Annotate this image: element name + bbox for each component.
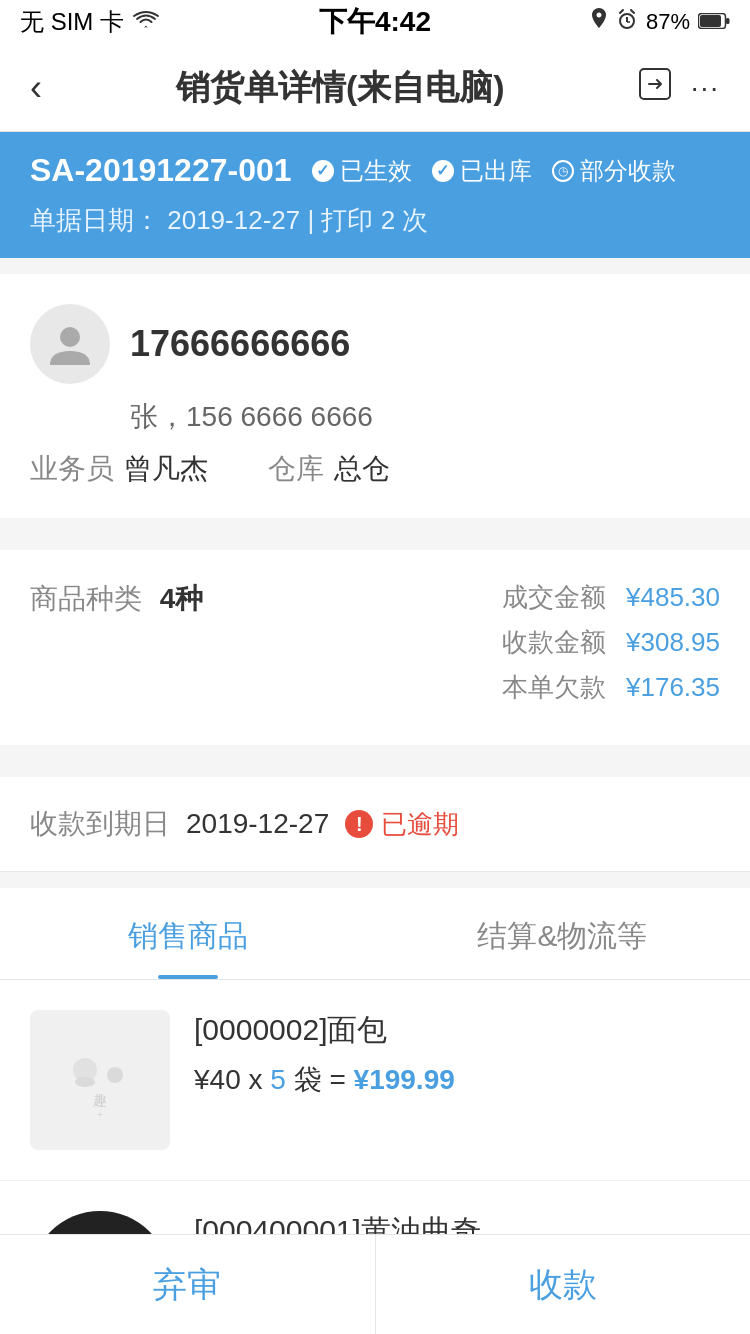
battery-text: 87% [646,9,690,35]
warehouse-meta: 仓库 总仓 [268,450,390,488]
nav-bar: ‹ 销货单详情(来自电脑) ··· [0,44,750,132]
page-title: 销货单详情(来自电脑) [176,65,505,111]
owed-amount-row: 本单欠款 ¥176.35 [502,670,720,705]
customer-avatar [30,304,110,384]
owed-label: 本单欠款 [502,670,606,705]
status-partial-text: 部分收款 [580,155,676,187]
stats-row: 商品种类 4种 成交金额 ¥485.30 收款金额 ¥308.95 本单欠款 ¥… [30,580,720,715]
svg-point-7 [60,327,80,347]
svg-point-10 [75,1077,95,1087]
order-number: SA-20191227-001 [30,152,292,189]
product-multiply-1: x [249,1064,271,1095]
tabs-section: 销售商品 结算&物流等 [0,888,750,980]
share-icon[interactable] [639,68,671,108]
stats-right: 成交金额 ¥485.30 收款金额 ¥308.95 本单欠款 ¥176.35 [502,580,720,715]
footer-bar: 弃审 收款 [0,1234,750,1334]
tab-settlement[interactable]: 结算&物流等 [375,888,750,979]
due-section: 收款到期日 2019-12-27 ! 已逾期 [0,777,750,872]
category-count: 4种 [160,583,204,614]
status-right: 87% [590,8,730,36]
deal-amount-row: 成交金额 ¥485.30 [502,580,720,615]
product-qty-1: 5 [270,1064,286,1095]
svg-rect-4 [726,18,730,24]
battery-icon [698,9,730,35]
product-equals-1: = [329,1064,353,1095]
alarm-icon [616,8,638,36]
product-price-1: ¥40 x 5 袋 = ¥199.99 [194,1061,720,1099]
status-effective: ✓ 已生效 [312,155,412,187]
due-date-value: 2019-12-27 [186,808,329,840]
tabs-row: 销售商品 结算&物流等 [0,888,750,980]
deal-label: 成交金额 [502,580,606,615]
sales-value: 曾凡杰 [124,450,208,488]
customer-name: 17666666666 [130,323,350,365]
product-unit-1: 袋 [294,1064,322,1095]
received-value: ¥308.95 [626,627,720,658]
print-separator: | [307,205,321,235]
deal-value: ¥485.30 [626,582,720,613]
location-icon [590,8,608,36]
due-label: 收款到期日 [30,805,170,843]
tab-settlement-label: 结算&物流等 [477,919,647,952]
wifi-icon [132,8,160,36]
svg-text:+: + [97,1109,103,1120]
divider-3 [0,761,750,777]
cancel-audit-label: 弃审 [153,1262,221,1308]
collect-button[interactable]: 收款 [376,1235,751,1334]
overdue-text: 已逾期 [381,807,459,842]
stats-section: 商品种类 4种 成交金额 ¥485.30 收款金额 ¥308.95 本单欠款 ¥… [0,550,750,745]
date-label: 单据日期： [30,205,160,235]
status-bar: 无 SIM 卡 下午4:42 87 [0,0,750,44]
owed-value: ¥176.35 [626,672,720,703]
order-date-value: 2019-12-27 [167,205,300,235]
more-icon[interactable]: ··· [691,72,720,104]
clock-icon: ◷ [552,160,574,182]
divider-1 [0,258,750,274]
cancel-audit-button[interactable]: 弃审 [0,1235,376,1334]
order-date-row: 单据日期： 2019-12-27 | 打印 2 次 [30,203,720,238]
nav-actions: ··· [639,68,720,108]
warehouse-label: 仓库 [268,450,324,488]
order-header: SA-20191227-001 ✓ 已生效 ✓ 已出库 ◷ 部分收款 单据日期：… [0,132,750,258]
customer-sub: 张，156 6666 6666 [30,398,720,436]
sales-meta: 业务员 曾凡杰 [30,450,208,488]
product-total-1: ¥199.99 [354,1064,455,1095]
divider-2 [0,534,750,550]
customer-meta: 业务员 曾凡杰 仓库 总仓 [30,450,720,488]
product-name-1: [0000002]面包 [194,1010,720,1051]
stats-left: 商品种类 4种 [30,580,203,618]
category-label: 商品种类 [30,583,142,614]
print-label: 打印 [321,205,373,235]
status-out-text: 已出库 [460,155,532,187]
status-effective-text: 已生效 [340,155,412,187]
received-label: 收款金额 [502,625,606,660]
svg-point-9 [107,1067,123,1083]
tab-sales-products-label: 销售商品 [128,919,248,952]
product-base-price-1: ¥40 [194,1064,241,1095]
customer-section: 17666666666 张，156 6666 6666 业务员 曾凡杰 仓库 总… [0,274,750,518]
product-item: 趣 + [0000002]面包 ¥40 x 5 袋 = ¥199.99 [0,980,750,1181]
svg-text:趣: 趣 [93,1092,107,1108]
tab-sales-products[interactable]: 销售商品 [0,888,375,979]
product-info-1: [0000002]面包 ¥40 x 5 袋 = ¥199.99 [194,1010,720,1099]
status-left: 无 SIM 卡 [20,6,160,38]
product-image-1: 趣 + [30,1010,170,1150]
check-icon-2: ✓ [432,160,454,182]
check-icon-1: ✓ [312,160,334,182]
overdue-icon: ! [345,810,373,838]
svg-rect-5 [700,15,721,27]
carrier-text: 无 SIM 卡 [20,6,124,38]
print-count: 2 [381,205,395,235]
collect-label: 收款 [529,1262,597,1308]
status-time: 下午4:42 [319,3,431,41]
print-unit: 次 [402,205,428,235]
overdue-badge: ! 已逾期 [345,807,459,842]
sales-label: 业务员 [30,450,114,488]
customer-row: 17666666666 [30,304,720,384]
back-button[interactable]: ‹ [30,67,42,109]
status-partial: ◷ 部分收款 [552,155,676,187]
status-out: ✓ 已出库 [432,155,532,187]
received-amount-row: 收款金额 ¥308.95 [502,625,720,660]
warehouse-value: 总仓 [334,450,390,488]
